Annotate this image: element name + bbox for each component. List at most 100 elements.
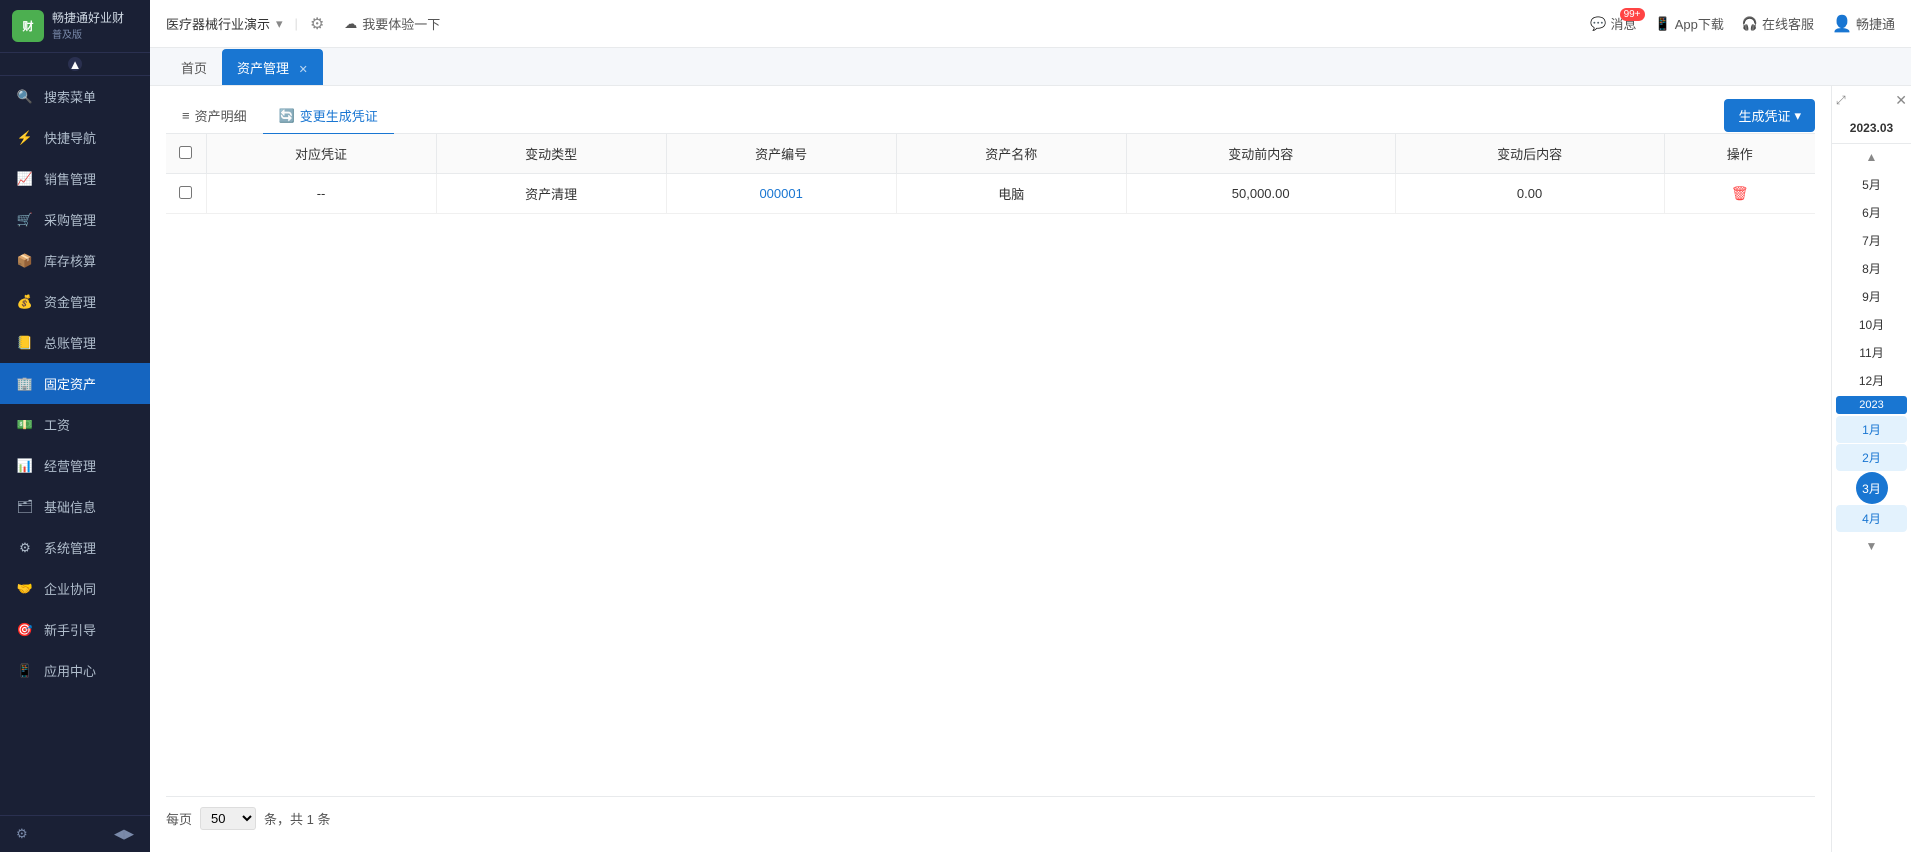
basic-info-icon: 🗂 xyxy=(16,498,34,516)
quick-nav-icon: ⚡ xyxy=(16,129,34,147)
cal-month-2[interactable]: 2月 xyxy=(1836,444,1907,471)
main-area: 医疗器械行业演示 ▾ | ⚙ ☁ 我要体验一下 💬 消息 99+ 📱 App下载… xyxy=(150,0,1911,852)
app-download-btn[interactable]: 📱 App下载 xyxy=(1655,14,1724,33)
cal-month-12[interactable]: 12月 xyxy=(1836,367,1907,394)
col-action: 操作 xyxy=(1664,134,1815,174)
message-badge: 99+ xyxy=(1620,8,1645,21)
fixed-assets-icon: 🏢 xyxy=(16,375,34,393)
settings-gear-icon[interactable]: ⚙ xyxy=(310,14,324,34)
row-voucher: -- xyxy=(206,174,436,214)
message-icon: 💬 xyxy=(1590,16,1606,32)
sidebar-item-search[interactable]: 🔍 搜索菜单 xyxy=(0,76,150,117)
topbar-sep: | xyxy=(295,16,298,31)
content-area: ≡ 资产明细 🔄 变更生成凭证 生成凭证 ▾ xyxy=(150,86,1911,852)
cal-month-5[interactable]: 5月 xyxy=(1836,171,1907,198)
cal-month-1[interactable]: 1月 xyxy=(1836,416,1907,443)
cal-month-6[interactable]: 6月 xyxy=(1836,199,1907,226)
inner-content: ≡ 资产明细 🔄 变更生成凭证 生成凭证 ▾ xyxy=(150,86,1831,852)
sidebar-item-basic-info[interactable]: 🗂 基础信息 xyxy=(0,486,150,527)
avatar-icon: 👤 xyxy=(1832,14,1852,34)
company-selector[interactable]: 医疗器械行业演示 ▾ xyxy=(166,14,283,33)
select-all-checkbox[interactable] xyxy=(179,146,192,159)
download-icon: 📱 xyxy=(1655,16,1671,32)
user-avatar-btn[interactable]: 👤 畅捷通 xyxy=(1832,14,1895,34)
sidebar-scroll-up[interactable]: ▲ xyxy=(68,57,82,71)
sidebar-item-purchase[interactable]: 🛒 采购管理 xyxy=(0,199,150,240)
sales-icon: 📈 xyxy=(16,170,34,188)
page-size-select[interactable]: 20 50 100 xyxy=(200,807,256,830)
sidebar-item-ops[interactable]: 📊 经营管理 xyxy=(0,445,150,486)
total-label: 条，共 1 条 xyxy=(264,809,330,828)
tabbar: 首页 资产管理 ✕ xyxy=(150,48,1911,86)
dropdown-arrow-icon: ▾ xyxy=(1794,108,1801,124)
guide-icon: 🎯 xyxy=(16,621,34,639)
sidebar-item-quick-nav[interactable]: ⚡ 快捷导航 xyxy=(0,117,150,158)
pagination: 每页 20 50 100 条，共 1 条 xyxy=(166,796,1815,840)
cal-month-10[interactable]: 10月 xyxy=(1836,311,1907,338)
col-asset-code: 资产编号 xyxy=(666,134,896,174)
online-service-btn[interactable]: 🎧 在线客服 xyxy=(1742,14,1814,33)
row-change-type: 资产清理 xyxy=(436,174,666,214)
sidebar-item-ledger[interactable]: 📒 总账管理 xyxy=(0,322,150,363)
row-checkbox[interactable] xyxy=(179,186,192,199)
cal-next-btn[interactable]: ▼ xyxy=(1863,537,1881,555)
message-btn[interactable]: 💬 消息 99+ xyxy=(1590,14,1636,33)
settings-icon[interactable]: ⚙ xyxy=(16,826,28,842)
col-before-change: 变动前内容 xyxy=(1126,134,1395,174)
sidebar-item-sales[interactable]: 📈 销售管理 xyxy=(0,158,150,199)
cal-month-7[interactable]: 7月 xyxy=(1836,227,1907,254)
app-logo-text: 畅捷通好业财 普及版 xyxy=(52,11,124,42)
cal-month-8[interactable]: 8月 xyxy=(1836,255,1907,282)
ops-icon: 📊 xyxy=(16,457,34,475)
sidebar-item-guide[interactable]: 🎯 新手引导 xyxy=(0,609,150,650)
sidebar-item-system[interactable]: ⚙ 系统管理 xyxy=(0,527,150,568)
cal-prev-btn[interactable]: ▲ xyxy=(1863,148,1881,166)
cal-nav-down: ▼ xyxy=(1832,533,1911,559)
sidebar-item-inventory[interactable]: 📦 库存核算 xyxy=(0,240,150,281)
col-asset-name: 资产名称 xyxy=(896,134,1126,174)
cal-nav: ▲ xyxy=(1832,144,1911,170)
service-icon: 🎧 xyxy=(1742,16,1758,32)
cal-month-4[interactable]: 4月 xyxy=(1836,505,1907,532)
sub-tab-change-voucher[interactable]: 🔄 变更生成凭证 xyxy=(263,98,394,135)
generate-voucher-btn[interactable]: 生成凭证 ▾ xyxy=(1724,99,1815,132)
enterprise-icon: 🤝 xyxy=(16,580,34,598)
cal-month-11[interactable]: 11月 xyxy=(1836,339,1907,366)
close-panel-icon[interactable]: ✕ xyxy=(1895,92,1907,109)
topbar-right: 💬 消息 99+ 📱 App下载 🎧 在线客服 👤 畅捷通 xyxy=(1590,14,1895,34)
right-panel: ⤢ ✕ 2023.03 ▲ 5月 6月 7月 8月 9月 10月 xyxy=(1831,86,1911,852)
row-asset-code: 000001 xyxy=(666,174,896,214)
fund-icon: 💰 xyxy=(16,293,34,311)
tab-close-icon[interactable]: ✕ xyxy=(299,64,308,76)
app-center-icon: 📱 xyxy=(16,662,34,680)
sidebar-item-fund[interactable]: 💰 资金管理 xyxy=(0,281,150,322)
sidebar: 财 畅捷通好业财 普及版 ▲ 🔍 搜索菜单 ⚡ 快捷导航 📈 销售管理 🛒 采购… xyxy=(0,0,150,852)
system-icon: ⚙ xyxy=(16,539,34,557)
prev-year-months: 5月 6月 7月 8月 9月 10月 11月 12月 xyxy=(1832,171,1911,394)
collapse-icon[interactable]: ◀▶ xyxy=(114,826,134,842)
sidebar-nav: 🔍 搜索菜单 ⚡ 快捷导航 📈 销售管理 🛒 采购管理 📦 库存核算 💰 资金管… xyxy=(0,76,150,815)
tab-asset-mgmt[interactable]: 资产管理 ✕ xyxy=(222,49,323,85)
current-year-months: 1月 2月 3月 4月 xyxy=(1832,416,1911,532)
list-icon: ≡ xyxy=(182,108,190,123)
search-icon: 🔍 xyxy=(16,88,34,106)
experience-btn[interactable]: ☁ 我要体验一下 xyxy=(344,14,440,33)
sub-tab-asset-detail[interactable]: ≡ 资产明细 xyxy=(166,98,263,135)
sidebar-item-fixed-assets[interactable]: 🏢 固定资产 xyxy=(0,363,150,404)
col-voucher: 对应凭证 xyxy=(206,134,436,174)
current-year-label: 2023 xyxy=(1836,396,1907,414)
ledger-icon: 📒 xyxy=(16,334,34,352)
sidebar-item-payroll[interactable]: 💵 工资 xyxy=(0,404,150,445)
delete-row-btn[interactable]: 🗑 xyxy=(1731,185,1749,201)
cal-month-9[interactable]: 9月 xyxy=(1836,283,1907,310)
tab-home[interactable]: 首页 xyxy=(166,49,222,85)
row-before-change: 50,000.00 xyxy=(1126,174,1395,214)
expand-panel-icon[interactable]: ⤢ xyxy=(1836,93,1846,108)
company-name: 医疗器械行业演示 xyxy=(166,14,270,33)
company-dropdown-icon: ▾ xyxy=(276,16,283,32)
col-change-type: 变动类型 xyxy=(436,134,666,174)
sidebar-item-app-center[interactable]: 📱 应用中心 xyxy=(0,650,150,691)
sidebar-item-enterprise[interactable]: 🤝 企业协同 xyxy=(0,568,150,609)
cal-month-3-active[interactable]: 3月 xyxy=(1856,472,1888,504)
sidebar-logo: 财 畅捷通好业财 普及版 xyxy=(0,0,150,53)
